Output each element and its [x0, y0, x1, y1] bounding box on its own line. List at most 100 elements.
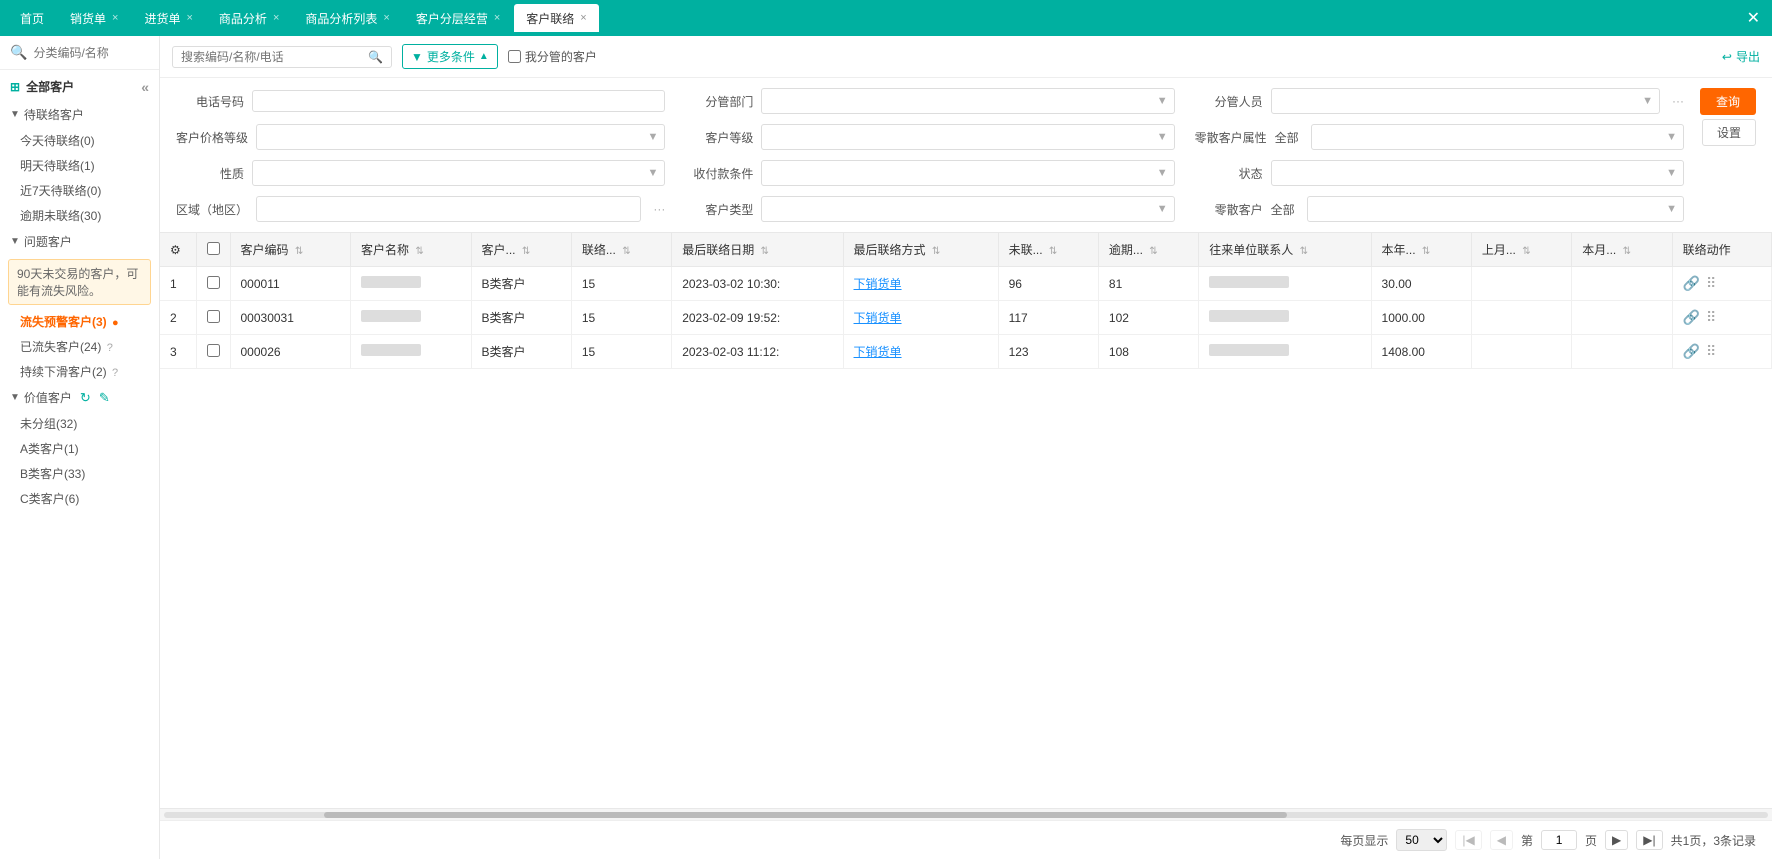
page-number-input[interactable] [1541, 830, 1577, 850]
sidebar-item-tomorrow[interactable]: 明天待联络(1) [0, 153, 159, 178]
tab-analysis-list-close[interactable]: × [383, 12, 389, 24]
action-link-icon[interactable]: 🔗 [1683, 343, 1700, 360]
th-this-year[interactable]: 本年... ⇅ [1371, 233, 1471, 267]
filter-dept-select[interactable]: ▼ [761, 88, 1174, 114]
tab-purchase-close[interactable]: × [186, 12, 192, 24]
filter-manager-dots[interactable]: ··· [1672, 94, 1684, 108]
filter-customer-tier-select[interactable]: ▼ [761, 124, 1174, 150]
last-page-btn[interactable]: ▶| [1636, 830, 1662, 850]
sidebar-group-value[interactable]: ▼ 价值客户 ↻ ✎ [0, 384, 159, 411]
sidebar-item-7days[interactable]: 近7天待联络(0) [0, 178, 159, 203]
sidebar-item-churned[interactable]: 已流失客户(24) ? [0, 334, 159, 359]
filter-manager-select[interactable]: ▼ [1271, 88, 1660, 114]
value-edit-icon[interactable]: ✎ [99, 390, 110, 406]
filter-customer-type-select[interactable]: ▼ [761, 196, 1174, 222]
sidebar-item-today[interactable]: 今天待联络(0) [0, 128, 159, 153]
scrollbar-thumb[interactable] [324, 812, 1286, 818]
th-check[interactable] [196, 233, 230, 267]
action-menu-icon[interactable]: ⠿ [1706, 275, 1716, 292]
th-overdue[interactable]: 逾期... ⇅ [1098, 233, 1198, 267]
th-last-date[interactable]: 最后联络日期 ⇅ [672, 233, 843, 267]
tab-customer-tier-close[interactable]: × [494, 12, 500, 24]
filter-nature-select[interactable]: ▼ [252, 160, 665, 186]
cell-last-method[interactable]: 下销货单 [843, 335, 998, 369]
my-customers-checkbox-wrap[interactable]: 我分管的客户 [508, 48, 597, 65]
tab-customer-tier[interactable]: 客户分层经营 × [404, 4, 512, 32]
sidebar-item-overdue[interactable]: 逾期未联络(30) [0, 203, 159, 228]
action-menu-icon[interactable]: ⠿ [1706, 309, 1716, 326]
filter-region-select[interactable] [256, 196, 641, 222]
action-link-icon[interactable]: 🔗 [1683, 309, 1700, 326]
last-method-link[interactable]: 下销货单 [854, 277, 902, 291]
query-button[interactable]: 查询 [1700, 88, 1756, 115]
cell-last-method[interactable]: 下销货单 [843, 301, 998, 335]
th-last-method[interactable]: 最后联络方式 ⇅ [843, 233, 998, 267]
page-size-select[interactable]: 50 100 200 [1396, 829, 1447, 851]
filter-phone-input[interactable] [252, 90, 665, 112]
cell-check[interactable] [196, 267, 230, 301]
first-page-btn[interactable]: |◀ [1455, 830, 1481, 850]
sidebar-item-class-c[interactable]: C类客户(6) [0, 486, 159, 511]
filter-payment-select[interactable]: ▼ [761, 160, 1174, 186]
main-search-input[interactable] [181, 50, 362, 64]
filter-region-dots[interactable]: ··· [653, 202, 665, 216]
more-conditions-btn[interactable]: ▼ 更多条件 ▲ [402, 44, 498, 69]
main-search-icon[interactable]: 🔍 [368, 50, 383, 64]
row-checkbox-2[interactable] [207, 344, 220, 357]
horizontal-scrollbar[interactable] [160, 808, 1772, 820]
sidebar-item-churn-warning[interactable]: 流失预警客户(3) ● [0, 309, 159, 334]
th-contact-person[interactable]: 往来单位联系人 ⇅ [1199, 233, 1371, 267]
th-last-month[interactable]: 上月... ⇅ [1471, 233, 1571, 267]
th-contact-count[interactable]: 联络... ⇅ [571, 233, 671, 267]
tab-analysis[interactable]: 商品分析 × [207, 4, 291, 32]
tab-analysis-close[interactable]: × [273, 12, 279, 24]
tab-customer-link-close[interactable]: × [580, 12, 586, 24]
action-menu-icon[interactable]: ⠿ [1706, 343, 1716, 360]
row-checkbox-1[interactable] [207, 310, 220, 323]
cell-last-method[interactable]: 下销货单 [843, 267, 998, 301]
tab-purchase[interactable]: 进货单 × [132, 4, 204, 32]
th-no-contact[interactable]: 未联... ⇅ [998, 233, 1098, 267]
tab-customer-tier-label: 客户分层经营 [416, 10, 488, 27]
sidebar-item-class-a[interactable]: A类客户(1) [0, 436, 159, 461]
filter-price-tier-select[interactable]: ▼ [256, 124, 665, 150]
sidebar-item-class-b[interactable]: B类客户(33) [0, 461, 159, 486]
tab-analysis-list[interactable]: 商品分析列表 × [293, 4, 401, 32]
tab-sales[interactable]: 销货单 × [58, 4, 130, 32]
th-code[interactable]: 客户编码 ⇅ [230, 233, 351, 267]
filter-zero-attr-select[interactable]: ▼ [1311, 124, 1684, 150]
row-checkbox-0[interactable] [207, 276, 220, 289]
cell-check[interactable] [196, 301, 230, 335]
filter-status-select[interactable]: ▼ [1271, 160, 1684, 186]
th-settings[interactable]: ⚙ [160, 233, 196, 267]
cell-check[interactable] [196, 335, 230, 369]
last-method-link[interactable]: 下销货单 [854, 311, 902, 325]
prev-page-btn[interactable]: ◀ [1490, 830, 1513, 850]
value-refresh-icon[interactable]: ↻ [80, 390, 91, 406]
th-name[interactable]: 客户名称 ⇅ [351, 233, 472, 267]
sidebar-all-customers[interactable]: ⊞ 全部客户 « [0, 70, 159, 101]
window-close-button[interactable]: ✕ [1743, 4, 1764, 32]
next-page-btn[interactable]: ▶ [1605, 830, 1628, 850]
tab-customer-link[interactable]: 客户联络 × [514, 4, 598, 32]
settings-button[interactable]: 设置 [1702, 119, 1756, 146]
sidebar-group-pending[interactable]: ▼ 待联络客户 [0, 101, 159, 128]
tab-home[interactable]: 首页 [8, 4, 56, 32]
scrollbar-track[interactable] [164, 812, 1768, 818]
sidebar-search-input[interactable] [33, 46, 149, 60]
action-link-icon[interactable]: 🔗 [1683, 275, 1700, 292]
select-all-checkbox[interactable] [207, 242, 220, 255]
sidebar-group-problem[interactable]: ▼ 问题客户 [0, 228, 159, 255]
filter-zero-customer-select[interactable]: ▼ [1307, 196, 1684, 222]
sidebar-item-declining[interactable]: 持续下滑客户(2) ? [0, 359, 159, 384]
tab-sales-close[interactable]: × [112, 12, 118, 24]
filter-status-label: 状态 [1195, 165, 1263, 182]
last-method-link[interactable]: 下销货单 [854, 345, 902, 359]
cell-last-month [1471, 267, 1571, 301]
th-type[interactable]: 客户... ⇅ [471, 233, 571, 267]
th-this-month[interactable]: 本月... ⇅ [1572, 233, 1672, 267]
export-btn[interactable]: ↩ 导出 [1722, 48, 1760, 65]
sidebar-item-ungrouped[interactable]: 未分组(32) [0, 411, 159, 436]
my-customers-checkbox[interactable] [508, 50, 521, 63]
question-icon-1: ? [107, 342, 113, 354]
